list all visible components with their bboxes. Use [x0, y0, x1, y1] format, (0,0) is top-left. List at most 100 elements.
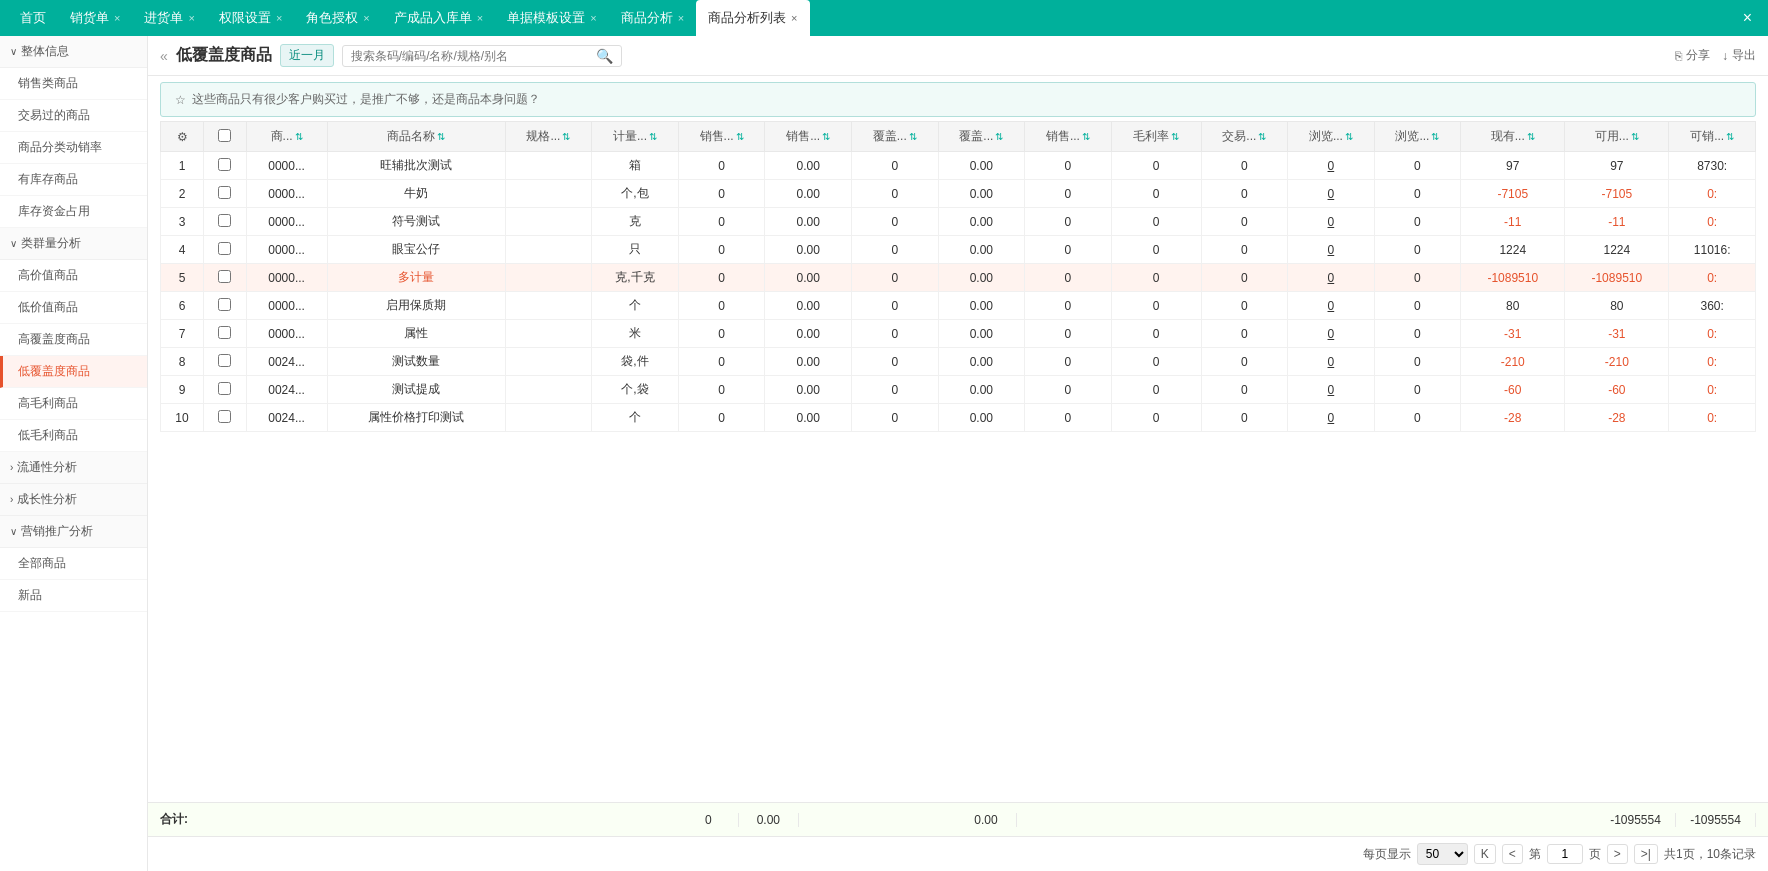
- coverage1-column-header[interactable]: 覆盖...⇅: [851, 122, 938, 152]
- sellable-column-header[interactable]: 可销...⇅: [1669, 122, 1756, 152]
- views1-column-header[interactable]: 浏览...⇅: [1288, 122, 1375, 152]
- sidebar-item-all-goods[interactable]: 全部商品: [0, 548, 147, 580]
- sales-amt-column-header[interactable]: 销售...⇅: [765, 122, 852, 152]
- share-button[interactable]: ⎘ 分享: [1675, 47, 1710, 64]
- table-cell: 0.00: [765, 208, 852, 236]
- table-cell[interactable]: [204, 180, 246, 208]
- current-stock-column-header[interactable]: 现有...⇅: [1461, 122, 1565, 152]
- spec-column-header[interactable]: 规格...⇅: [505, 122, 592, 152]
- views2-column-header[interactable]: 浏览...⇅: [1374, 122, 1461, 152]
- per-page-select[interactable]: 50 100 200: [1417, 843, 1468, 865]
- search-icon[interactable]: 🔍: [596, 48, 613, 64]
- close-icon[interactable]: ×: [276, 12, 282, 24]
- sidebar-section-general[interactable]: ∨ 整体信息: [0, 36, 147, 68]
- nav-tab-warehouse[interactable]: 产成品入库单 ×: [382, 0, 495, 36]
- sidebar-item-sales-rate[interactable]: 商品分类动销率: [0, 132, 147, 164]
- table-cell[interactable]: 0: [1288, 404, 1375, 432]
- search-input[interactable]: [351, 49, 596, 63]
- table-cell[interactable]: 0: [1288, 292, 1375, 320]
- table-cell: 0.00: [938, 264, 1025, 292]
- close-icon[interactable]: ×: [477, 12, 483, 24]
- checkbox-column-header[interactable]: [204, 122, 246, 152]
- goods-table: ⚙ 商...⇅ 商品名称⇅ 规格...⇅ 计量...⇅ 销售...⇅ 销售...…: [160, 121, 1756, 432]
- coverage2-column-header[interactable]: 覆盖...⇅: [938, 122, 1025, 152]
- close-icon[interactable]: ×: [188, 12, 194, 24]
- table-cell: 0.00: [938, 236, 1025, 264]
- nav-tab-role[interactable]: 角色授权 ×: [294, 0, 381, 36]
- prev-page-button[interactable]: <: [1502, 844, 1523, 864]
- table-cell[interactable]: 0: [1288, 180, 1375, 208]
- table-cell: 0: [1025, 292, 1112, 320]
- sidebar-section-circulation[interactable]: › 流通性分析: [0, 452, 147, 484]
- close-icon[interactable]: ×: [590, 12, 596, 24]
- last-page-button[interactable]: >|: [1634, 844, 1658, 864]
- sidebar-item-capital[interactable]: 库存资金占用: [0, 196, 147, 228]
- settings-column-header[interactable]: ⚙: [161, 122, 204, 152]
- name-column-header[interactable]: 商品名称⇅: [327, 122, 505, 152]
- table-cell[interactable]: 0: [1288, 376, 1375, 404]
- unit-column-header[interactable]: 计量...⇅: [592, 122, 679, 152]
- table-cell[interactable]: [204, 320, 246, 348]
- close-icon[interactable]: ×: [363, 12, 369, 24]
- sidebar-item-new-goods[interactable]: 新品: [0, 580, 147, 612]
- code-column-header[interactable]: 商...⇅: [246, 122, 327, 152]
- sidebar-item-high-profit[interactable]: 高毛利商品: [0, 388, 147, 420]
- table-cell[interactable]: 0: [1288, 264, 1375, 292]
- table-cell[interactable]: [204, 152, 246, 180]
- sidebar-section-cluster[interactable]: ∨ 类群量分析: [0, 228, 147, 260]
- table-cell: 只: [592, 236, 679, 264]
- next-page-button[interactable]: >: [1607, 844, 1628, 864]
- sidebar-section-marketing[interactable]: ∨ 营销推广分析: [0, 516, 147, 548]
- nav-tab-sales[interactable]: 销货单 ×: [58, 0, 132, 36]
- table-cell[interactable]: [204, 376, 246, 404]
- collapse-sidebar-button[interactable]: «: [160, 48, 168, 64]
- table-cell[interactable]: [204, 236, 246, 264]
- nav-tab-analysis-list[interactable]: 商品分析列表 ×: [696, 0, 809, 36]
- sales-qty-column-header[interactable]: 销售...⇅: [678, 122, 765, 152]
- footer-current-stock: -1095554: [1596, 813, 1676, 827]
- sidebar-item-traded-goods[interactable]: 交易过的商品: [0, 100, 147, 132]
- table-cell[interactable]: [204, 292, 246, 320]
- sidebar-item-sales-goods[interactable]: 销售类商品: [0, 68, 147, 100]
- nav-tab-purchase[interactable]: 进货单 ×: [132, 0, 206, 36]
- table-cell: 0: [1374, 264, 1461, 292]
- table-cell[interactable]: 0: [1288, 152, 1375, 180]
- nav-tab-analysis[interactable]: 商品分析 ×: [609, 0, 696, 36]
- close-all-button[interactable]: ×: [1735, 9, 1760, 27]
- sidebar-item-high-value[interactable]: 高价值商品: [0, 260, 147, 292]
- page-number-input[interactable]: [1547, 844, 1583, 864]
- sidebar-item-low-coverage[interactable]: 低覆盖度商品: [0, 356, 147, 388]
- sidebar-section-growth-label: 成长性分析: [17, 491, 77, 508]
- table-cell: 袋,件: [592, 348, 679, 376]
- first-page-button[interactable]: K: [1474, 844, 1496, 864]
- sidebar-item-low-value[interactable]: 低价值商品: [0, 292, 147, 324]
- table-cell: 米: [592, 320, 679, 348]
- nav-tab-perm[interactable]: 权限设置 ×: [207, 0, 294, 36]
- table-cell[interactable]: [204, 264, 246, 292]
- table-cell: 0: [678, 376, 765, 404]
- nav-tab-home[interactable]: 首页: [8, 0, 58, 36]
- sales3-column-header[interactable]: 销售...⇅: [1025, 122, 1112, 152]
- available-stock-column-header[interactable]: 可用...⇅: [1565, 122, 1669, 152]
- export-button[interactable]: ↓ 导出: [1722, 47, 1756, 64]
- select-all-checkbox[interactable]: [218, 129, 231, 142]
- sidebar-item-high-coverage[interactable]: 高覆盖度商品: [0, 324, 147, 356]
- sidebar-item-low-profit[interactable]: 低毛利商品: [0, 420, 147, 452]
- nav-tab-template[interactable]: 单据模板设置 ×: [495, 0, 608, 36]
- table-cell[interactable]: 0: [1288, 208, 1375, 236]
- close-icon[interactable]: ×: [114, 12, 120, 24]
- sidebar-section-growth[interactable]: › 成长性分析: [0, 484, 147, 516]
- close-icon[interactable]: ×: [678, 12, 684, 24]
- period-button[interactable]: 近一月: [280, 44, 334, 67]
- table-cell[interactable]: 0: [1288, 320, 1375, 348]
- table-cell[interactable]: [204, 348, 246, 376]
- gross-margin-column-header[interactable]: 毛利率⇅: [1111, 122, 1201, 152]
- star-icon: ☆: [175, 93, 186, 107]
- table-cell[interactable]: [204, 208, 246, 236]
- trade-column-header[interactable]: 交易...⇅: [1201, 122, 1288, 152]
- table-cell[interactable]: 0: [1288, 348, 1375, 376]
- table-cell[interactable]: [204, 404, 246, 432]
- sidebar-item-stocked[interactable]: 有库存商品: [0, 164, 147, 196]
- table-cell[interactable]: 0: [1288, 236, 1375, 264]
- close-icon[interactable]: ×: [791, 12, 797, 24]
